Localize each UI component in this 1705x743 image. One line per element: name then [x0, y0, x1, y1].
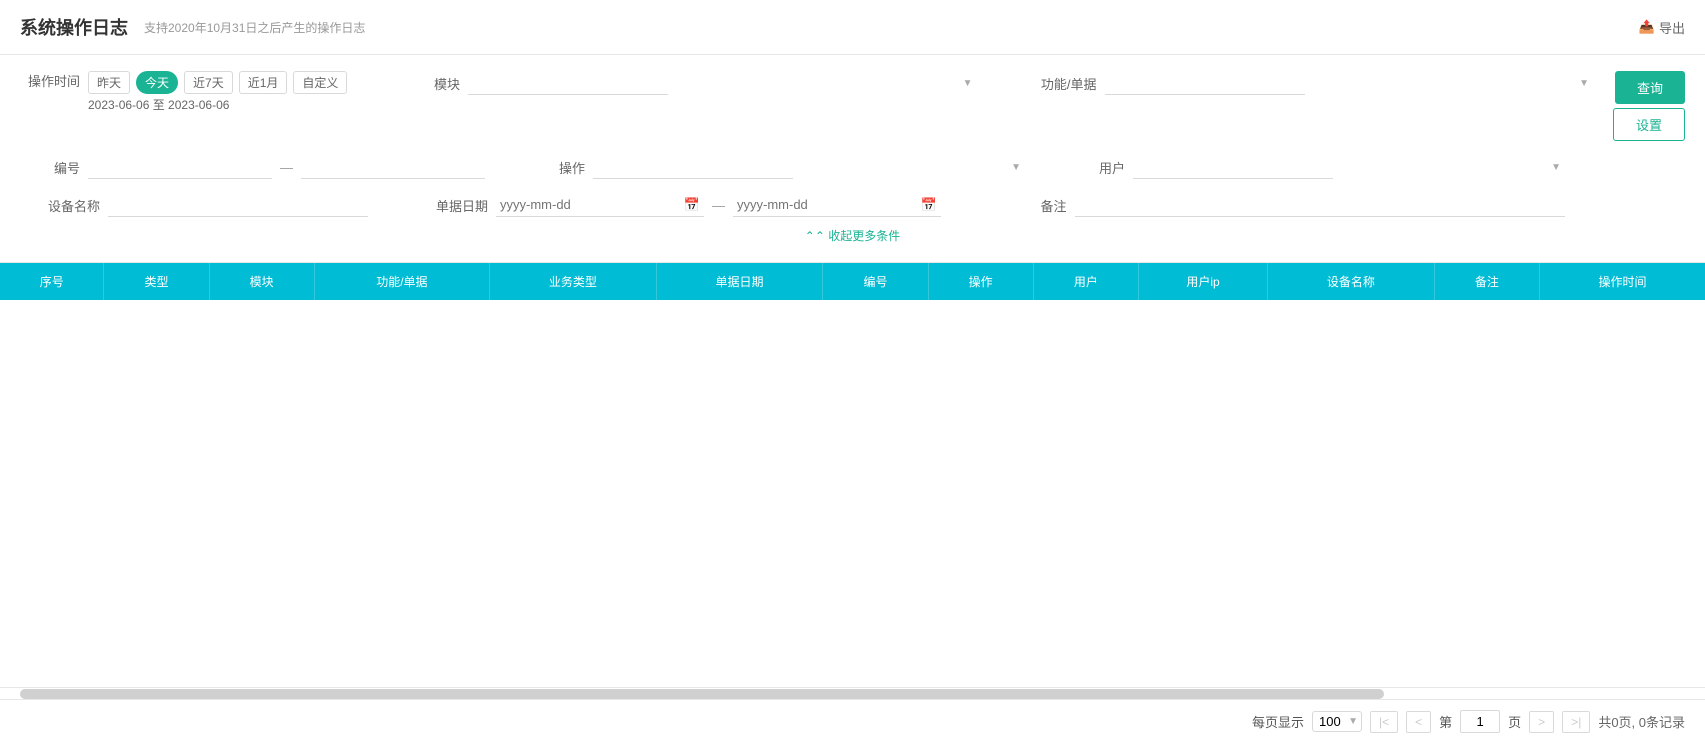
- user-chevron-icon: ▼: [1551, 162, 1561, 173]
- doc-date-label: 单据日期: [408, 196, 488, 215]
- last-page-button[interactable]: >|: [1562, 711, 1590, 733]
- data-table: 序号 类型 模块 功能/单据 业务类型 单据日期 编号 操作 用户 用户ip 设…: [0, 263, 1705, 650]
- module-select[interactable]: [468, 71, 668, 95]
- time-btn-yesterday[interactable]: 昨天: [88, 71, 130, 94]
- remark-label: 备注: [1007, 196, 1067, 215]
- doc-date-to-input[interactable]: [733, 193, 941, 217]
- page-subtitle: 支持2020年10月31日之后产生的操作日志: [144, 19, 365, 36]
- module-label: 模块: [400, 74, 460, 93]
- code-to-input[interactable]: [301, 155, 485, 179]
- time-btn-custom[interactable]: 自定义: [293, 71, 347, 94]
- col-module: 模块: [209, 263, 314, 300]
- query-button[interactable]: 查询: [1615, 71, 1685, 104]
- total-text: 共0页, 0条记录: [1598, 712, 1685, 731]
- func-chevron-icon: ▼: [1579, 78, 1589, 89]
- calendar-to-icon[interactable]: 📅: [921, 197, 937, 213]
- per-page-select[interactable]: 100 50 200: [1312, 711, 1362, 732]
- export-label: 导出: [1659, 18, 1685, 37]
- first-page-button[interactable]: |<: [1370, 711, 1398, 733]
- time-filter-group: 昨天 今天 近7天 近1月 自定义: [88, 71, 347, 94]
- remark-input[interactable]: [1075, 193, 1566, 217]
- operation-label: 操作: [525, 158, 585, 177]
- pagination-bar: 每页显示 100 50 200 ▼ |< < 第 页 > >| 共0页, 0条记…: [0, 699, 1705, 743]
- code-separator: —: [280, 160, 293, 175]
- next-page-button[interactable]: >: [1529, 711, 1554, 733]
- col-code: 编号: [823, 263, 928, 300]
- operation-select[interactable]: [593, 155, 793, 179]
- col-type: 类型: [104, 263, 209, 300]
- user-label: 用户: [1065, 158, 1125, 177]
- page-unit: 页: [1508, 712, 1521, 731]
- page-title: 系统操作日志: [20, 14, 128, 40]
- doc-date-from-input[interactable]: [496, 193, 704, 217]
- col-op-time: 操作时间: [1539, 263, 1705, 300]
- horizontal-scrollbar[interactable]: [0, 687, 1705, 699]
- doc-date-separator: —: [712, 198, 725, 213]
- table-body: [0, 300, 1705, 650]
- col-remark: 备注: [1434, 263, 1539, 300]
- export-icon: 📤: [1639, 19, 1655, 35]
- collapse-bar[interactable]: ⌃⌃ 收起更多条件: [20, 221, 1685, 254]
- col-func: 功能/单据: [314, 263, 489, 300]
- table-header-row: 序号 类型 模块 功能/单据 业务类型 单据日期 编号 操作 用户 用户ip 设…: [0, 263, 1705, 300]
- func-label: 功能/单据: [1017, 74, 1097, 93]
- user-select[interactable]: [1133, 155, 1333, 179]
- filter-area: 操作时间 昨天 今天 近7天 近1月 自定义 2023-06-06 至 2023…: [0, 55, 1705, 263]
- table-container: 序号 类型 模块 功能/单据 业务类型 单据日期 编号 操作 用户 用户ip 设…: [0, 263, 1705, 687]
- time-range-text: 2023-06-06 至 2023-06-06: [88, 96, 347, 113]
- time-btn-today[interactable]: 今天: [136, 71, 178, 94]
- page-label: 第: [1439, 712, 1452, 731]
- device-input[interactable]: [108, 193, 368, 217]
- collapse-chevron-icon: ⌃⌃: [805, 229, 825, 243]
- per-page-label: 每页显示: [1252, 712, 1304, 731]
- col-index: 序号: [0, 263, 104, 300]
- prev-page-button[interactable]: <: [1406, 711, 1431, 733]
- settings-button[interactable]: 设置: [1613, 108, 1685, 141]
- time-btn-7days[interactable]: 近7天: [184, 71, 233, 94]
- col-biz-type: 业务类型: [489, 263, 656, 300]
- calendar-from-icon[interactable]: 📅: [684, 197, 700, 213]
- col-doc-date: 单据日期: [656, 263, 823, 300]
- func-select[interactable]: [1105, 71, 1305, 95]
- col-device: 设备名称: [1268, 263, 1435, 300]
- code-from-input[interactable]: [88, 155, 272, 179]
- col-operation: 操作: [928, 263, 1033, 300]
- code-label: 编号: [20, 158, 80, 177]
- time-btn-1month[interactable]: 近1月: [239, 71, 288, 94]
- device-label: 设备名称: [20, 196, 100, 215]
- col-user-ip: 用户ip: [1138, 263, 1267, 300]
- export-button[interactable]: 📤 导出: [1639, 18, 1685, 37]
- page-number-input[interactable]: [1460, 710, 1500, 733]
- time-label: 操作时间: [20, 71, 80, 90]
- operation-chevron-icon: ▼: [1011, 162, 1021, 173]
- module-chevron-icon: ▼: [963, 78, 973, 89]
- col-user: 用户: [1033, 263, 1138, 300]
- collapse-label: 收起更多条件: [828, 229, 900, 243]
